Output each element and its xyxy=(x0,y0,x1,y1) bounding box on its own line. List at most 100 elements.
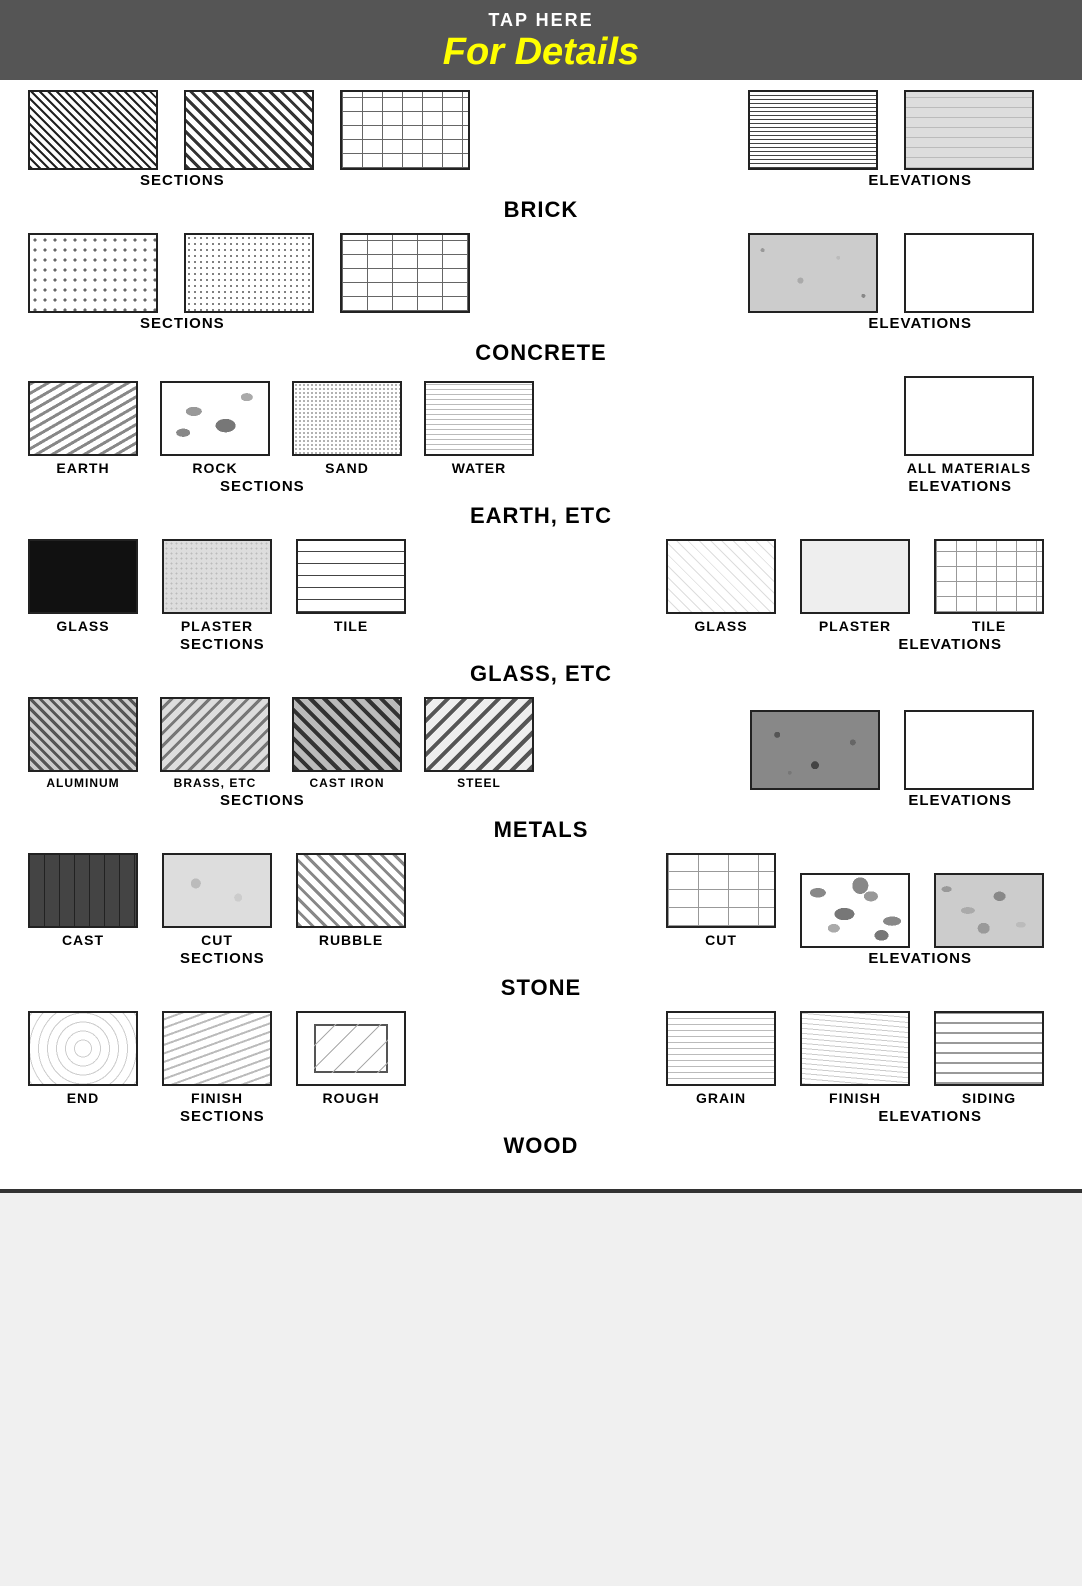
aluminum-swatch xyxy=(28,697,138,772)
stone-cut-item: CUT xyxy=(162,853,272,948)
wood-group: END FINISH ROUGH GRAIN xyxy=(20,1011,1062,1159)
concrete-elev-swatch-2 xyxy=(904,233,1034,313)
glass-elevations-label: ELEVATIONS xyxy=(898,636,1002,653)
concrete-section-1 xyxy=(28,233,158,313)
earth-swatch xyxy=(28,381,138,456)
rock-item: ROCK xyxy=(160,381,270,476)
stone-rubble-section-item: RUBBLE xyxy=(296,853,406,948)
brick-swatch-3 xyxy=(340,90,470,170)
concrete-elev-1 xyxy=(748,233,878,313)
glass-section-item: GLASS xyxy=(28,539,138,634)
stone-sections-label: SECTIONS xyxy=(180,950,265,967)
stone-cut-swatch xyxy=(162,853,272,928)
brick-group: SECTIONS ELEVATIONS BRICK xyxy=(20,90,1062,223)
brick-elevations-label: ELEVATIONS xyxy=(868,172,972,189)
glass-elev-swatch xyxy=(666,539,776,614)
concrete-swatch-1 xyxy=(28,233,158,313)
wood-grain-label: GRAIN xyxy=(696,1090,746,1106)
metals-title: METALS xyxy=(20,817,1062,843)
metal-elev-2 xyxy=(904,710,1034,790)
wood-siding-label: SIDING xyxy=(962,1090,1016,1106)
earth-title: EARTH, ETC xyxy=(20,503,1062,529)
stone-rubble-elev-item xyxy=(800,873,910,948)
page: TAP HERE For Details xyxy=(0,0,1082,1193)
brick-title: BRICK xyxy=(20,197,1062,223)
stone-cast-swatch xyxy=(28,853,138,928)
metal-elev-swatch-2 xyxy=(904,710,1034,790)
sand-label: SAND xyxy=(325,460,369,476)
tile-elev-item: TILE xyxy=(934,539,1044,634)
stone-cut-elev-swatch xyxy=(666,853,776,928)
stone-rubble2-item xyxy=(934,873,1044,948)
stone-title: STONE xyxy=(20,975,1062,1001)
sand-swatch xyxy=(292,381,402,456)
concrete-elev-swatch-1 xyxy=(748,233,878,313)
earth-elev-label: ALL MATERIALS xyxy=(907,460,1031,476)
wood-finish-elev-swatch xyxy=(800,1011,910,1086)
stone-cast-item: CAST xyxy=(28,853,138,948)
wood-finish-swatch xyxy=(162,1011,272,1086)
metals-sections-label: SECTIONS xyxy=(220,792,305,809)
earth-group: EARTH ROCK SAND WATER xyxy=(20,376,1062,529)
brick-elev-1 xyxy=(748,90,878,170)
cast-iron-label: CAST IRON xyxy=(310,776,385,790)
brick-elev-swatch-1 xyxy=(748,90,878,170)
steel-swatch xyxy=(424,697,534,772)
rock-label: ROCK xyxy=(192,460,237,476)
stone-elevations-label: ELEVATIONS xyxy=(868,950,972,967)
glass-sections-label: SECTIONS xyxy=(180,636,265,653)
concrete-elevations-label: ELEVATIONS xyxy=(868,315,972,332)
earth-label: EARTH xyxy=(56,460,109,476)
earth-item: EARTH xyxy=(28,381,138,476)
wood-rough-swatch xyxy=(296,1011,406,1086)
wood-finish-label: FINISH xyxy=(191,1090,243,1106)
tile-elev-swatch xyxy=(934,539,1044,614)
tile-section-item: TILE xyxy=(296,539,406,634)
cast-iron-item: CAST IRON xyxy=(292,697,402,790)
wood-siding-item: SIDING xyxy=(934,1011,1044,1106)
brick-swatch-2 xyxy=(184,90,314,170)
plaster-section-item: PLASTER xyxy=(162,539,272,634)
brass-label: BRASS, ETC xyxy=(174,776,257,790)
concrete-elev-2 xyxy=(904,233,1034,313)
wood-rough-item: ROUGH xyxy=(296,1011,406,1106)
brick-section-1 xyxy=(28,90,158,170)
concrete-swatch-3 xyxy=(340,233,470,313)
tile-section-label: TILE xyxy=(334,618,368,634)
brass-swatch xyxy=(160,697,270,772)
concrete-title: CONCRETE xyxy=(20,340,1062,366)
wood-siding-swatch xyxy=(934,1011,1044,1086)
brick-section-2 xyxy=(184,90,314,170)
stone-cut-label: CUT xyxy=(201,932,233,948)
earth-sections-label: SECTIONS xyxy=(220,478,305,495)
for-details-label: For Details xyxy=(0,31,1082,74)
concrete-sections-label: SECTIONS xyxy=(140,315,225,332)
water-item: WATER xyxy=(424,381,534,476)
wood-finish-item: FINISH xyxy=(162,1011,272,1106)
metal-elev-swatch-1 xyxy=(750,710,880,790)
stone-rubble-section-swatch xyxy=(296,853,406,928)
wood-finish-elev-label: FINISH xyxy=(829,1090,881,1106)
wood-grain-item: GRAIN xyxy=(666,1011,776,1106)
wood-title: WOOD xyxy=(20,1133,1062,1159)
steel-item: STEEL xyxy=(424,697,534,790)
stone-cut-elev-label: CUT xyxy=(705,932,737,948)
concrete-section-3 xyxy=(340,233,470,313)
concrete-swatch-2 xyxy=(184,233,314,313)
wood-finish-elev-item: FINISH xyxy=(800,1011,910,1106)
wood-grain-swatch xyxy=(666,1011,776,1086)
earth-elev-1: ALL MATERIALS xyxy=(904,376,1034,476)
brick-elev-2 xyxy=(904,90,1034,170)
plaster-section-swatch xyxy=(162,539,272,614)
header[interactable]: TAP HERE For Details xyxy=(0,0,1082,80)
wood-rough-label: ROUGH xyxy=(322,1090,379,1106)
metals-group: ALUMINUM BRASS, ETC CAST IRON STEEL xyxy=(20,697,1062,843)
wood-end-item: END xyxy=(28,1011,138,1106)
glass-elev-label: GLASS xyxy=(694,618,747,634)
stone-rubble2-swatch xyxy=(934,873,1044,948)
stone-rubble-section-label: RUBBLE xyxy=(319,932,383,948)
concrete-group: SECTIONS ELEVATIONS CONCRETE xyxy=(20,233,1062,366)
water-label: WATER xyxy=(452,460,507,476)
stone-cast-label: CAST xyxy=(62,932,104,948)
plaster-elev-item: PLASTER xyxy=(800,539,910,634)
